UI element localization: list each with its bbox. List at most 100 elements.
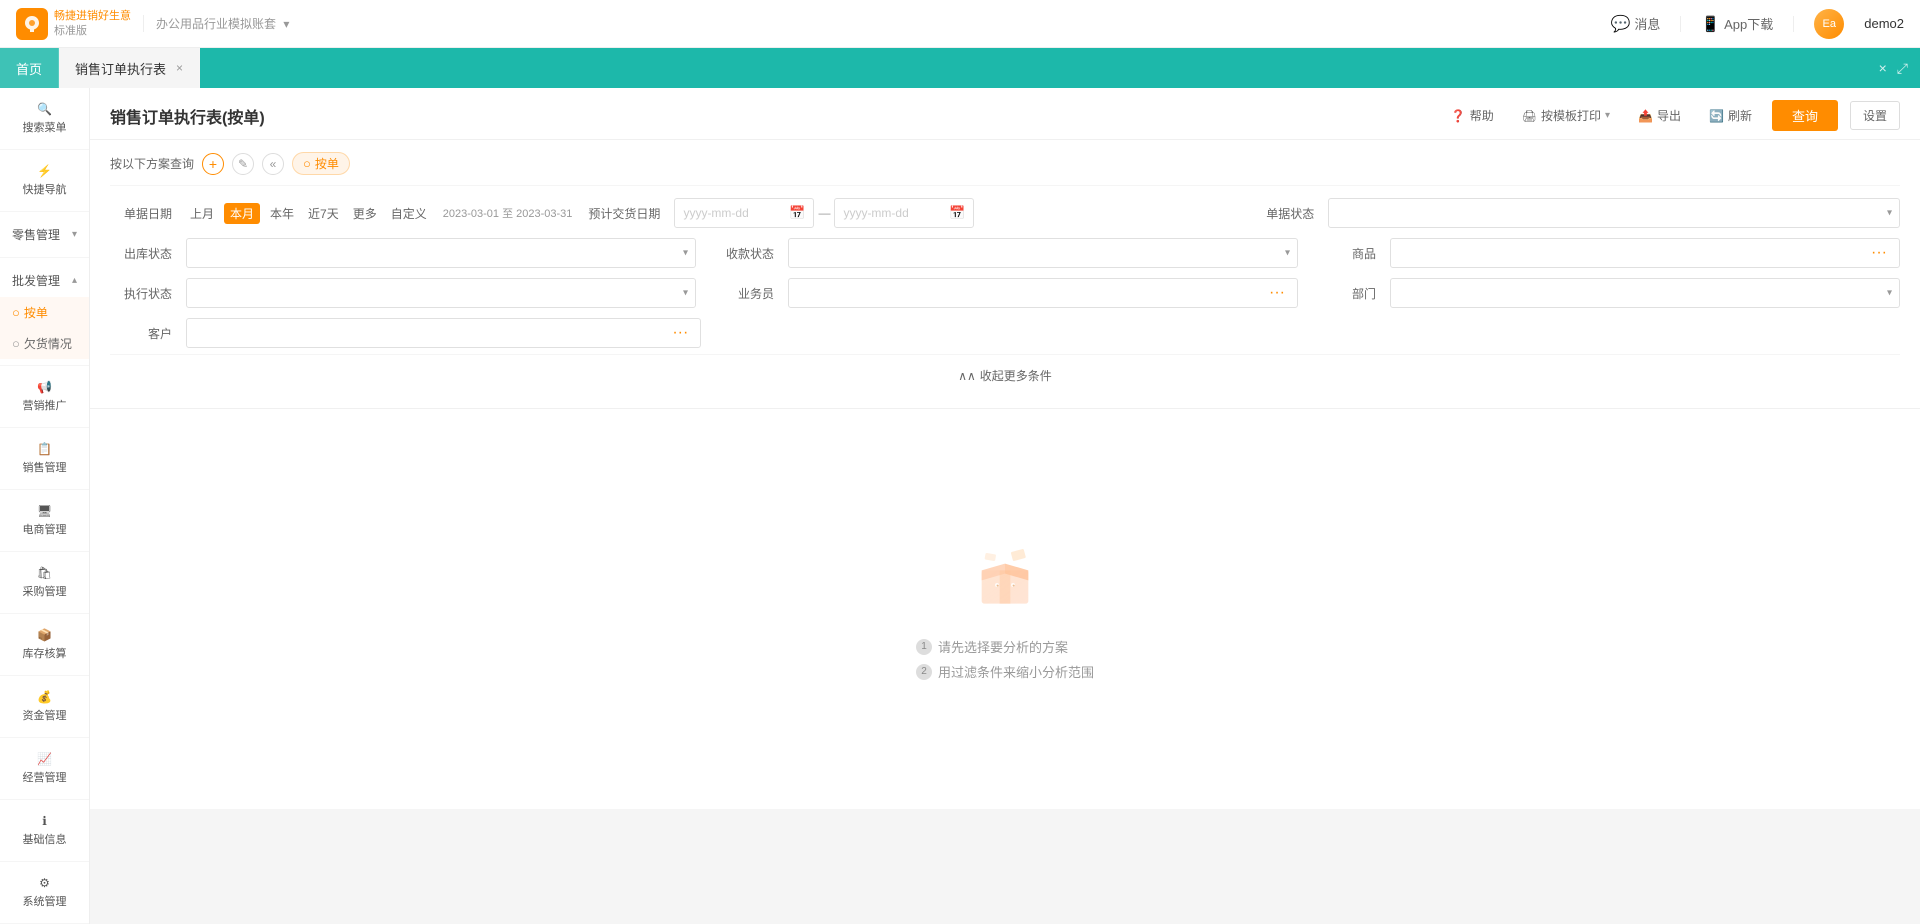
date-end-icon[interactable]: 📅: [949, 205, 965, 221]
date-tab-this-year[interactable]: 本年: [266, 203, 298, 224]
tab-bar-spacer: [200, 48, 1867, 88]
page-title: 销售订单执行表(按单): [110, 104, 265, 128]
date-start-input[interactable]: yyyy-mm-dd 📅: [674, 198, 814, 228]
scheme-icon: ○: [303, 156, 311, 171]
quicknav-icon: ⚡: [37, 164, 52, 178]
sidebar-item-wholesale[interactable]: 批发管理 ▴: [0, 264, 89, 297]
print-btn[interactable]: 🖨 按模板打印 ▾: [1514, 103, 1618, 128]
sidebar-item-ecommerce[interactable]: 🖥 电商管理: [0, 496, 89, 545]
print-icon: 🖨: [1522, 109, 1537, 123]
debt-sub-icon: ○: [12, 336, 20, 351]
sidebar-item-purchase[interactable]: 🛍 采购管理: [0, 558, 89, 607]
sidebar-item-finance[interactable]: 💰 资金管理: [0, 682, 89, 731]
delivery-select[interactable]: [186, 238, 696, 268]
scheme-add-btn[interactable]: +: [202, 153, 224, 175]
tab-close-btn[interactable]: ×: [176, 61, 183, 75]
app-logo-text: 畅捷进销好生意 标准版: [54, 9, 131, 38]
sidebar-item-marketing[interactable]: 📢 营销推广: [0, 372, 89, 421]
sidebar-sub-item-order[interactable]: ○ 按单: [0, 297, 89, 328]
ecommerce-label: 电商管理: [23, 521, 67, 537]
sales-icon: 📋: [37, 442, 52, 456]
goods-input[interactable]: ···: [1390, 238, 1900, 268]
logo-area: 畅捷进销好生意 标准版: [16, 8, 131, 40]
date-tab-this-month[interactable]: 本月: [224, 203, 260, 224]
debt-sub-label: 欠货情况: [24, 335, 72, 352]
sidebar-business-section: 📈 经营管理: [0, 738, 89, 800]
search-icon: 🔍: [37, 102, 52, 116]
wholesale-expand-arrow: ▴: [72, 275, 77, 286]
date-tab-custom[interactable]: 自定义: [387, 203, 431, 224]
scheme-collapse-btn[interactable]: «: [262, 153, 284, 175]
content-area: 销售订单执行表(按单) ❓ 帮助 🖨 按模板打印 ▾ 📤 导出: [90, 88, 1920, 924]
date-tabs: 上月 本月 本年 近7天 更多 自定义: [186, 203, 431, 224]
scheme-selected[interactable]: ○ 按单: [292, 152, 350, 175]
tab-home-label: 首页: [16, 59, 42, 78]
collapse-btn[interactable]: ∧∧ 收起更多条件: [946, 363, 1064, 388]
message-btn[interactable]: 💬 消息: [1610, 14, 1660, 34]
sidebar-sub-item-debt[interactable]: ○ 欠货情况: [0, 328, 89, 359]
salesperson-input[interactable]: ···: [788, 278, 1298, 308]
filter-row-1: 单据日期 上月 本月 本年 近7天 更多 自定义 2023-03-01 至 20…: [110, 198, 1900, 228]
goods-dots-icon[interactable]: ···: [1867, 244, 1891, 262]
purchase-icon: 🛍: [37, 566, 52, 580]
tip-num-2: 2: [916, 664, 932, 680]
scheme-edit-btn[interactable]: ✎: [232, 153, 254, 175]
filter-salesperson-group: 业务员 ···: [712, 278, 1298, 308]
sidebar-finance-section: 💰 资金管理: [0, 676, 89, 738]
order-sub-icon: ○: [12, 305, 20, 320]
collection-select[interactable]: [788, 238, 1298, 268]
marketing-icon: 📢: [37, 380, 52, 394]
tab-close-all-icon[interactable]: ×: [1879, 60, 1887, 76]
expected-date-label: 预计交货日期: [588, 205, 668, 222]
user-name[interactable]: demo2: [1864, 16, 1904, 31]
app-download-btn[interactable]: 📱 App下载: [1701, 14, 1773, 33]
sidebar-inventory-section: 📦 库存核算: [0, 614, 89, 676]
filter-delivery-group: 出库状态 ▾: [110, 238, 696, 268]
sidebar-item-basic[interactable]: ℹ 基础信息: [0, 806, 89, 855]
date-tab-last-month[interactable]: 上月: [186, 203, 218, 224]
sales-label: 销售管理: [23, 459, 67, 475]
sidebar-item-business[interactable]: 📈 经营管理: [0, 744, 89, 793]
empty-tip-1: 1 请先选择要分析的方案: [916, 637, 1094, 656]
ecommerce-icon: 🖥: [37, 504, 52, 518]
department-select[interactable]: [1390, 278, 1900, 308]
tab-home[interactable]: 首页: [0, 48, 59, 88]
date-end-input[interactable]: yyyy-mm-dd 📅: [834, 198, 974, 228]
business-label: 经营管理: [23, 769, 67, 785]
date-start-icon[interactable]: 📅: [789, 205, 805, 221]
empty-tips: 1 请先选择要分析的方案 2 用过滤条件来缩小分析范围: [916, 637, 1094, 681]
results-area: 1 请先选择要分析的方案 2 用过滤条件来缩小分析范围: [90, 409, 1920, 809]
date-tab-7days[interactable]: 近7天: [304, 203, 343, 224]
export-btn[interactable]: 📤 导出: [1630, 103, 1689, 128]
settings-btn[interactable]: 设置: [1850, 101, 1900, 130]
filter-row-2: 出库状态 ▾ 收款状态: [110, 238, 1900, 268]
collapse-icon: ∧∧: [958, 369, 976, 383]
empty-illustration: [965, 537, 1045, 617]
salesperson-dots-icon[interactable]: ···: [1265, 284, 1289, 302]
sidebar-item-retail[interactable]: 零售管理 ▾: [0, 218, 89, 251]
help-btn[interactable]: ❓ 帮助: [1443, 103, 1502, 128]
tab-expand-icon[interactable]: ⤢: [1897, 60, 1908, 77]
department-select-wrapper: ▾: [1390, 278, 1900, 308]
execute-select[interactable]: [186, 278, 696, 308]
date-label: 单据日期: [110, 205, 180, 222]
user-avatar[interactable]: Ea: [1814, 9, 1844, 39]
sidebar-item-search[interactable]: 🔍 搜索菜单: [0, 94, 89, 143]
filter-collection-group: 收款状态 ▾: [712, 238, 1298, 268]
status-select[interactable]: [1328, 198, 1900, 228]
customer-dots-icon[interactable]: ···: [668, 324, 692, 342]
date-tab-more[interactable]: 更多: [349, 203, 381, 224]
customer-input[interactable]: ···: [186, 318, 701, 348]
sidebar-item-quicknav[interactable]: ⚡ 快捷导航: [0, 156, 89, 205]
sidebar-item-inventory[interactable]: 📦 库存核算: [0, 620, 89, 669]
search-btn[interactable]: 查询: [1772, 100, 1838, 131]
collection-select-wrapper: ▾: [788, 238, 1298, 268]
sidebar-item-system[interactable]: ⚙ 系统管理: [0, 868, 89, 917]
help-icon: ❓: [1451, 109, 1466, 123]
sidebar-purchase-section: 🛍 采购管理: [0, 552, 89, 614]
refresh-btn[interactable]: 🔄 刷新: [1701, 103, 1760, 128]
sidebar-item-sales[interactable]: 📋 销售管理: [0, 434, 89, 483]
filter-customer-group: 客户 ···: [110, 318, 701, 348]
tab-sales-order[interactable]: 销售订单执行表 ×: [59, 48, 200, 88]
scheme-name: 按单: [315, 155, 339, 172]
